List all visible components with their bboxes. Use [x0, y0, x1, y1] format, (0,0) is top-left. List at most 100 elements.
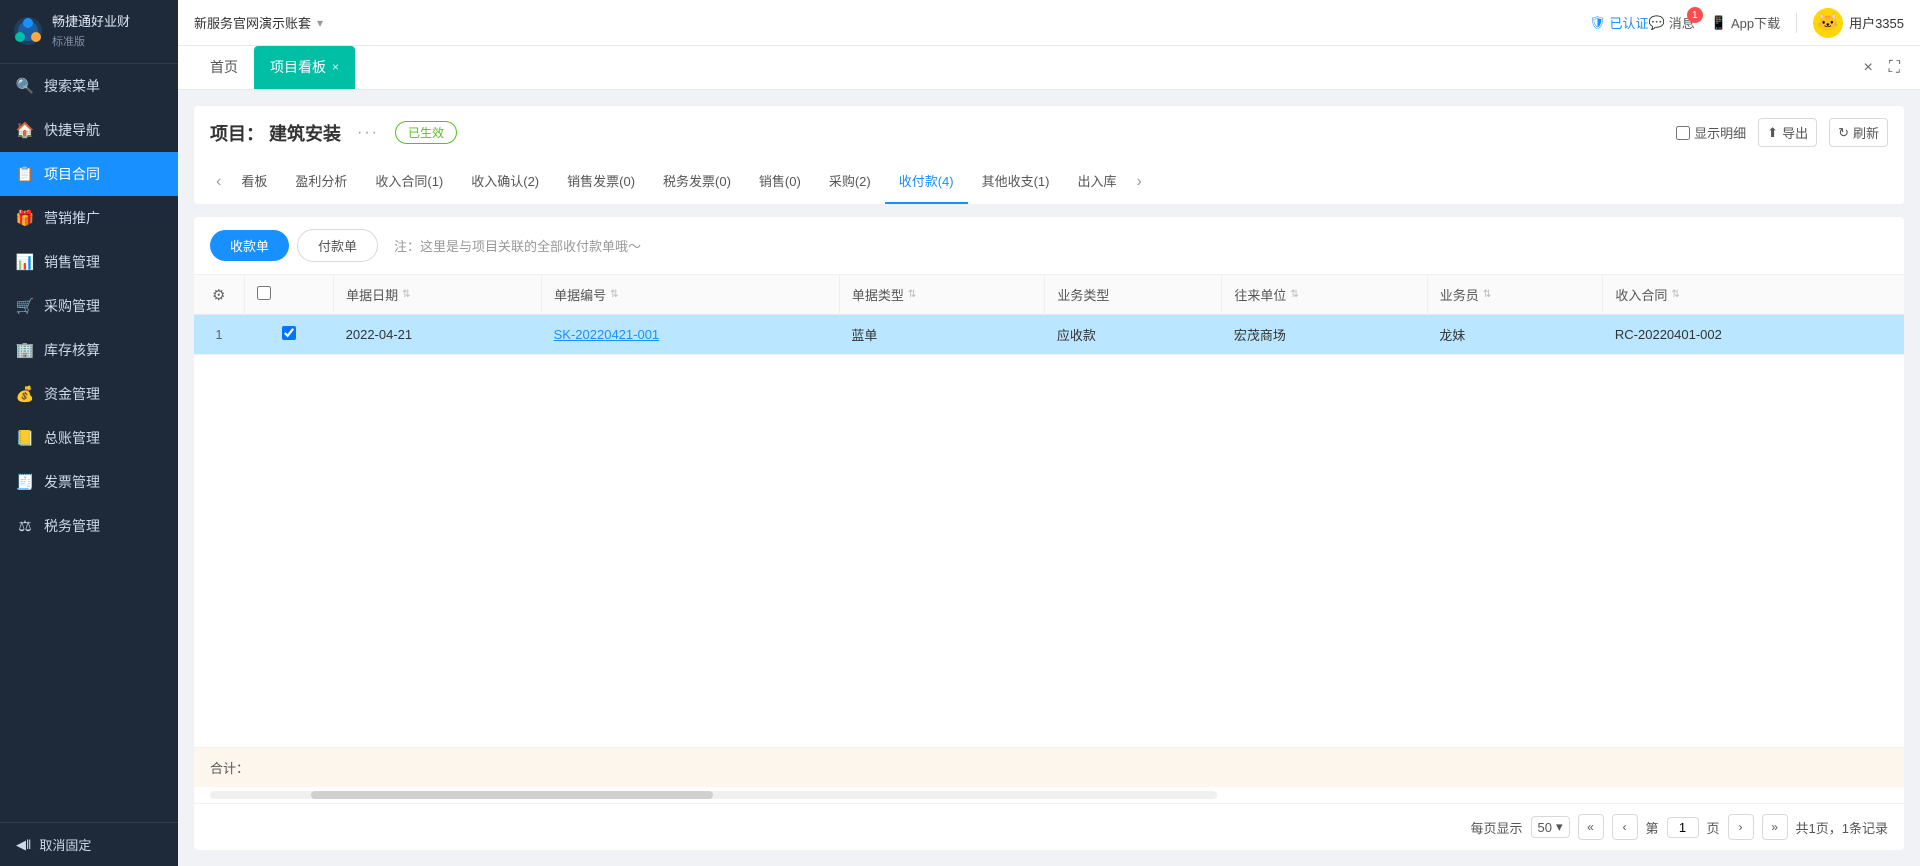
table-wrapper: ⚙ 单据日期 ⇅: [194, 275, 1904, 747]
sidebar-item-search[interactable]: 🔍 搜索菜单: [0, 64, 178, 108]
table-row[interactable]: 1 2022-04-21 SK-20220421-001 蓝单 应收款 宏茂商场…: [194, 315, 1904, 355]
sidebar-item-marketing[interactable]: 🎁 营销推广: [0, 196, 178, 240]
sidebar-item-inventory[interactable]: 🏢 库存核算: [0, 328, 178, 372]
sort-salesman[interactable]: 业务员 ⇅: [1440, 285, 1491, 304]
sidebar-item-label-marketing: 营销推广: [44, 208, 100, 228]
sidebar-item-tax[interactable]: ⚖ 税务管理: [0, 504, 178, 548]
pagination-next-btn[interactable]: ›: [1728, 814, 1754, 840]
mobile-icon: 📱: [1711, 15, 1727, 31]
show-detail-checkbox-input[interactable]: [1676, 126, 1690, 140]
sort-date[interactable]: 单据日期 ⇅: [346, 285, 410, 304]
sidebar-item-label-tax: 税务管理: [44, 516, 100, 536]
subnav-item-10[interactable]: 出入库: [1063, 159, 1130, 204]
pagination-prev-btn[interactable]: ‹: [1612, 814, 1638, 840]
sidebar-item-purchase[interactable]: 🛒 采购管理: [0, 284, 178, 328]
topbar-user-btn[interactable]: 🐱 用户3355: [1813, 8, 1904, 38]
th-number: 单据编号 ⇅: [542, 275, 840, 315]
table-scrollbar[interactable]: [194, 787, 1904, 803]
th-number-label: 单据编号: [554, 285, 606, 304]
sort-type[interactable]: 单据类型 ⇅: [852, 285, 916, 304]
sort-contract[interactable]: 收入合同 ⇅: [1615, 285, 1679, 304]
sidebar-item-ledger[interactable]: 📒 总账管理: [0, 416, 178, 460]
th-contract-label: 收入合同: [1615, 285, 1667, 304]
subnav-item-2[interactable]: 收入合同(1): [361, 159, 457, 204]
subnav-item-5[interactable]: 税务发票(0): [649, 159, 745, 204]
receipts-btn[interactable]: 收款单: [210, 230, 289, 261]
subnav-prev-arrow[interactable]: ‹: [210, 173, 227, 191]
tab-project-kanban[interactable]: 项目看板 ×: [254, 46, 355, 89]
sidebar-item-sales[interactable]: 📊 销售管理: [0, 240, 178, 284]
message-badge: 1: [1687, 7, 1703, 23]
project-name: 建筑安装: [269, 124, 341, 144]
td-number[interactable]: SK-20220421-001: [542, 315, 840, 355]
export-icon: ⬆: [1767, 125, 1778, 141]
sidebar-item-label-sales: 销售管理: [44, 252, 100, 272]
sidebar-item-contract[interactable]: 📋 项目合同: [0, 152, 178, 196]
select-all-checkbox[interactable]: [257, 286, 271, 300]
refresh-icon: ↻: [1838, 125, 1849, 141]
th-partner-label: 往来单位: [1234, 285, 1286, 304]
sort-number[interactable]: 单据编号 ⇅: [554, 285, 618, 304]
summary-label: 合计：: [210, 761, 249, 776]
inventory-icon: 🏢: [16, 341, 34, 359]
show-detail-checkbox[interactable]: 显示明细: [1676, 123, 1746, 142]
window-maximize-btn[interactable]: ⛶: [1885, 55, 1904, 81]
project-more-btn[interactable]: ···: [357, 124, 379, 142]
sidebar-item-invoice[interactable]: 🧾 发票管理: [0, 460, 178, 504]
subnav-item-0[interactable]: 看板: [227, 159, 281, 204]
contract-icon: 📋: [16, 165, 34, 183]
th-partner: 往来单位 ⇅: [1222, 275, 1427, 315]
sort-date-icon: ⇅: [402, 289, 410, 300]
doc-number-link[interactable]: SK-20220421-001: [554, 327, 660, 342]
th-settings[interactable]: ⚙: [194, 275, 244, 315]
search-icon: 🔍: [16, 77, 34, 95]
summary-row: 合计：: [194, 747, 1904, 787]
window-close-btn[interactable]: ×: [1859, 55, 1876, 81]
topbar-username: 用户3355: [1849, 13, 1904, 32]
page-content: 项目： 建筑安装 ··· 已生效 显示明细 ⬆ 导出 ↻: [178, 90, 1920, 866]
subnav-item-7[interactable]: 采购(2): [815, 159, 885, 204]
topbar-app-download-btn[interactable]: 📱 App下载: [1711, 13, 1780, 32]
sort-partner[interactable]: 往来单位 ⇅: [1234, 285, 1298, 304]
tab-home[interactable]: 首页: [194, 46, 254, 89]
topbar-message-btn[interactable]: 💬 消息 1: [1649, 13, 1695, 32]
tab-close-icon[interactable]: ×: [332, 60, 339, 74]
sidebar-item-label-purchase: 采购管理: [44, 296, 100, 316]
th-contract: 收入合同 ⇅: [1603, 275, 1904, 315]
sidebar-pin-toggle[interactable]: ◀‖ 取消固定: [0, 822, 178, 866]
topbar-chevron-icon[interactable]: ▾: [317, 16, 323, 30]
subnav-item-1[interactable]: 盈利分析: [281, 159, 361, 204]
pagination-last-btn[interactable]: »: [1762, 814, 1788, 840]
sidebar-item-label-search: 搜索菜单: [44, 76, 100, 96]
invoice-icon: 🧾: [16, 473, 34, 491]
td-checkbox[interactable]: [244, 315, 334, 355]
tab-home-label: 首页: [210, 57, 238, 77]
th-biztype: 业务类型: [1045, 275, 1222, 315]
refresh-btn[interactable]: ↻ 刷新: [1829, 118, 1888, 147]
page-input[interactable]: [1667, 817, 1699, 838]
subnav-item-8[interactable]: 收付款(4): [885, 159, 968, 204]
subnav-next-arrow[interactable]: ›: [1131, 173, 1148, 191]
topbar-divider: [1796, 13, 1797, 33]
subnav-item-9[interactable]: 其他收支(1): [968, 159, 1064, 204]
subnav-item-6[interactable]: 销售(0): [745, 159, 815, 204]
marketing-icon: 🎁: [16, 209, 34, 227]
app-logo-icon: [12, 15, 44, 47]
scrollbar-thumb[interactable]: [311, 791, 714, 799]
pagination-first-btn[interactable]: «: [1578, 814, 1604, 840]
settings-icon[interactable]: ⚙: [212, 287, 225, 304]
subnav: ‹ 看板盈利分析收入合同(1)收入确认(2)销售发票(0)税务发票(0)销售(0…: [194, 159, 1904, 205]
tabbar-right: × ⛶: [1859, 46, 1904, 89]
sidebar-item-quicknav[interactable]: 🏠 快捷导航: [0, 108, 178, 152]
sidebar-item-funds[interactable]: 💰 资金管理: [0, 372, 178, 416]
sidebar-footer-label: 取消固定: [39, 835, 91, 854]
payments-btn[interactable]: 付款单: [297, 229, 378, 262]
per-page-chevron-icon: ▾: [1556, 819, 1563, 835]
subnav-item-4[interactable]: 销售发票(0): [553, 159, 649, 204]
export-btn[interactable]: ⬆ 导出: [1758, 118, 1817, 147]
sort-type-icon: ⇅: [908, 289, 916, 300]
sidebar-item-label-quicknav: 快捷导航: [44, 120, 100, 140]
subnav-item-3[interactable]: 收入确认(2): [457, 159, 553, 204]
per-page-select[interactable]: 50 ▾: [1531, 816, 1570, 838]
sort-number-icon: ⇅: [610, 289, 618, 300]
